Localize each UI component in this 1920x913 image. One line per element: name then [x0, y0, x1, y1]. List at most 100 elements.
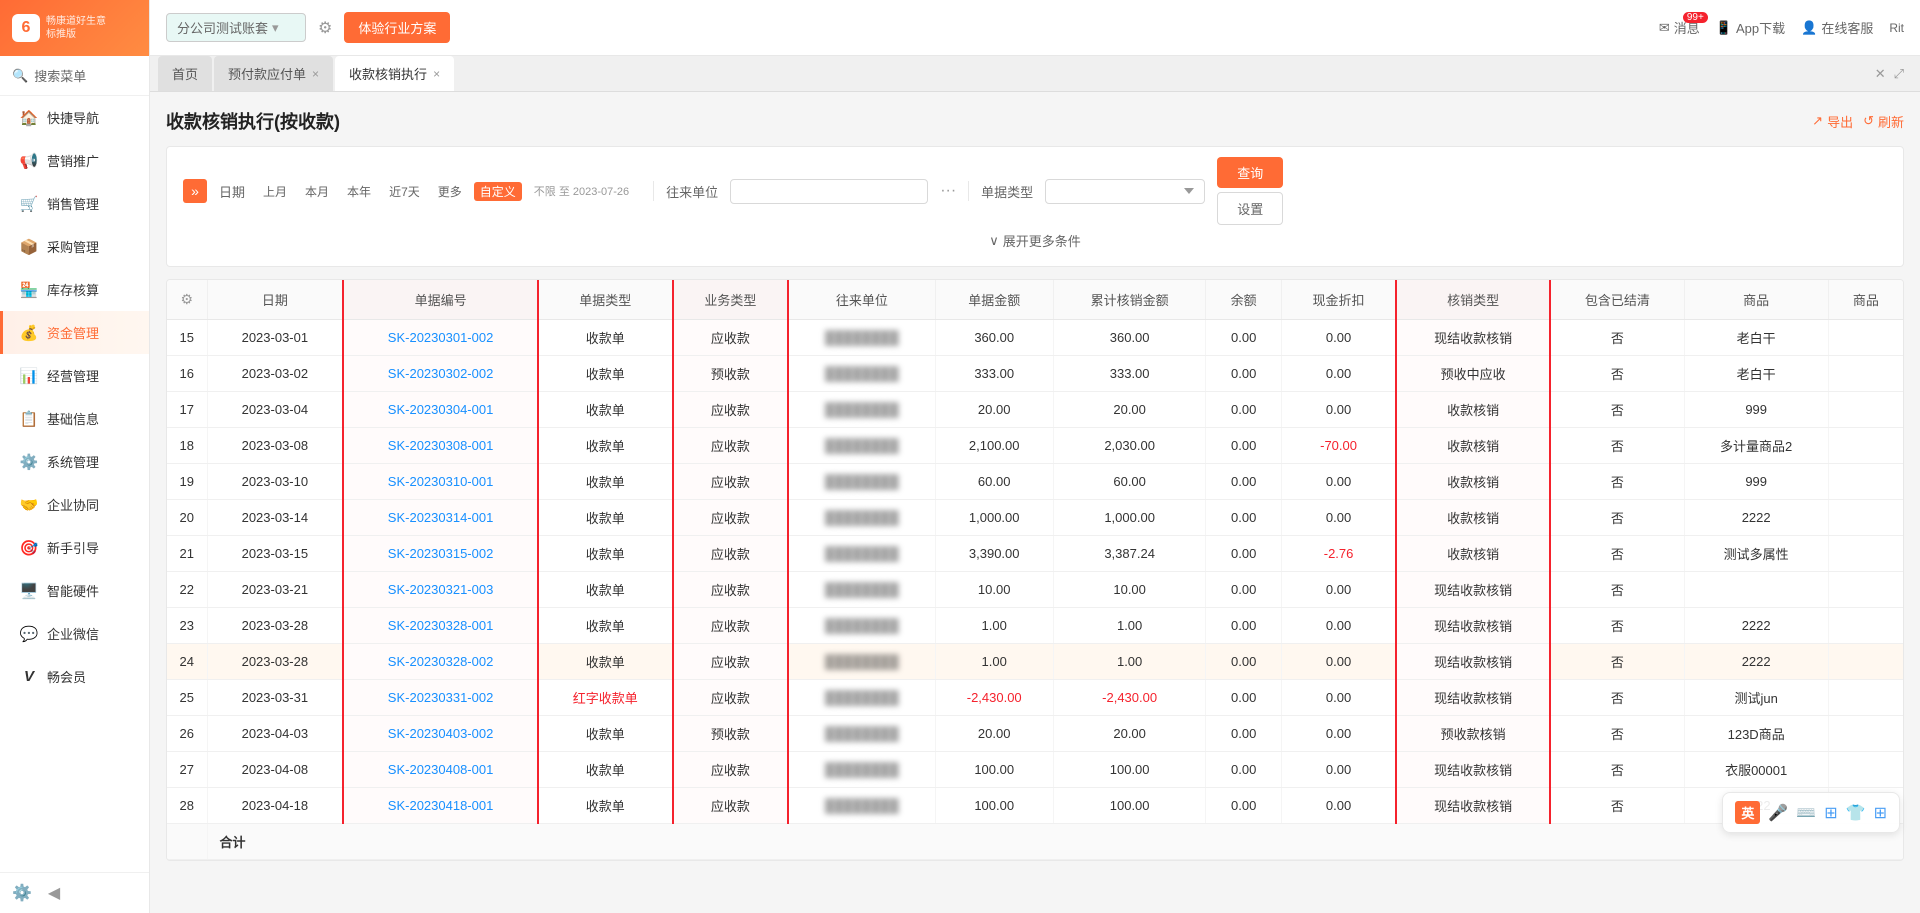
tab-home[interactable]: 首页 — [158, 56, 212, 91]
row-no: 28 — [167, 788, 207, 824]
sidebar-item-guide[interactable]: 🎯 新手引导 — [0, 526, 149, 569]
filter-toggle-btn[interactable]: » — [183, 179, 207, 203]
bill-no-link[interactable]: SK-20230301-002 — [388, 330, 494, 345]
expand-btn[interactable]: ∨ 展开更多条件 — [989, 225, 1081, 256]
tab-close-writeoff[interactable]: × — [433, 67, 440, 81]
row-product1 — [1684, 572, 1828, 608]
sidebar-item-member[interactable]: V 畅会员 — [0, 655, 149, 698]
this-month-btn[interactable]: 本月 — [299, 181, 335, 202]
counterparty-input[interactable] — [730, 179, 928, 204]
sidebar-nav: 🏠 快捷导航 📢 营销推广 🛒 销售管理 📦 采购管理 🏪 库存核算 💰 资金管… — [0, 96, 149, 872]
row-writeoff-type: 现结收款核销 — [1396, 572, 1550, 608]
collapse-icon[interactable]: ◀ — [48, 883, 60, 903]
row-bill-no[interactable]: SK-20230331-002 — [343, 680, 538, 716]
row-date: 2023-03-01 — [207, 320, 343, 356]
row-bill-no[interactable]: SK-20230302-002 — [343, 356, 538, 392]
row-bill-no[interactable]: SK-20230418-001 — [343, 788, 538, 824]
apps-icon[interactable]: ⊞ — [1874, 803, 1887, 823]
tab-prepay[interactable]: 预付款应付单 × — [214, 56, 333, 91]
table-scroll[interactable]: ⚙ 日期 单据编号 单据类型 业务类型 往来单位 单据金额 累计核销金额 余额 … — [167, 280, 1903, 860]
keyboard-icon[interactable]: ⌨️ — [1796, 803, 1816, 823]
message-btn[interactable]: ✉ 消息 99+ — [1659, 18, 1700, 37]
finance-icon: 💰 — [19, 324, 39, 342]
grid-icon[interactable]: ⊞ — [1824, 803, 1837, 823]
system-icon: ⚙️ — [19, 453, 39, 471]
row-bill-no[interactable]: SK-20230328-002 — [343, 644, 538, 680]
row-bill-no[interactable]: SK-20230310-001 — [343, 464, 538, 500]
tab-close-prepay[interactable]: × — [312, 67, 319, 81]
settings-btn[interactable]: 设置 — [1217, 192, 1283, 225]
blurred-text: ████████ — [825, 474, 899, 489]
more-btn[interactable]: 更多 — [432, 181, 468, 202]
user-name[interactable]: Rit — [1889, 21, 1904, 35]
row-counterparty: ████████ — [788, 608, 935, 644]
sidebar-item-hardware[interactable]: 🖥️ 智能硬件 — [0, 569, 149, 612]
row-bill-no[interactable]: SK-20230315-002 — [343, 536, 538, 572]
voucher-type-select[interactable] — [1045, 179, 1205, 204]
row-bill-no[interactable]: SK-20230314-001 — [343, 500, 538, 536]
row-bill-no[interactable]: SK-20230408-001 — [343, 752, 538, 788]
row-bill-no[interactable]: SK-20230403-002 — [343, 716, 538, 752]
bill-no-link[interactable]: SK-20230302-002 — [388, 366, 494, 381]
this-year-btn[interactable]: 本年 — [341, 181, 377, 202]
blurred-text: ████████ — [825, 402, 899, 417]
sidebar-search[interactable]: 🔍 搜索菜单 — [0, 56, 149, 96]
bill-no-link[interactable]: SK-20230408-001 — [388, 762, 494, 777]
settings-icon[interactable]: ⚙️ — [12, 883, 32, 903]
sidebar-item-marketing[interactable]: 📢 营销推广 — [0, 139, 149, 182]
shirt-icon[interactable]: 👕 — [1846, 803, 1866, 823]
sidebar-item-corp[interactable]: 🤝 企业协同 — [0, 483, 149, 526]
app-download-btn[interactable]: 📱 App下载 — [1716, 18, 1785, 37]
row-discount: 0.00 — [1281, 320, 1396, 356]
row-discount: 0.00 — [1281, 500, 1396, 536]
mic-icon[interactable]: 🎤 — [1768, 803, 1788, 823]
sidebar-item-basic[interactable]: 📋 基础信息 — [0, 397, 149, 440]
row-bill-no[interactable]: SK-20230304-001 — [343, 392, 538, 428]
row-biz-type: 应收款 — [673, 752, 789, 788]
sidebar-item-sales[interactable]: 🛒 销售管理 — [0, 182, 149, 225]
tab-writeoff[interactable]: 收款核销执行 × — [335, 56, 454, 91]
bill-no-link[interactable]: SK-20230403-002 — [388, 726, 494, 741]
bill-no-link[interactable]: SK-20230315-002 — [388, 546, 494, 561]
row-amount: 360.00 — [935, 320, 1053, 356]
export-btn[interactable]: ↗ 导出 — [1812, 112, 1853, 131]
gear-icon[interactable]: ⚙ — [318, 18, 332, 38]
last-7days-btn[interactable]: 近7天 — [383, 181, 426, 202]
sidebar-item-purchase[interactable]: 📦 采购管理 — [0, 225, 149, 268]
sidebar-item-finance[interactable]: 💰 资金管理 — [0, 311, 149, 354]
last-month-btn[interactable]: 上月 — [257, 181, 293, 202]
row-bill-no[interactable]: SK-20230308-001 — [343, 428, 538, 464]
bill-no-link[interactable]: SK-20230308-001 — [388, 438, 494, 453]
brand-selector[interactable]: 分公司测试账套 ▾ — [166, 13, 306, 42]
query-btn[interactable]: 查询 — [1217, 157, 1283, 188]
bill-no-link[interactable]: SK-20230321-003 — [388, 582, 494, 597]
refresh-btn[interactable]: ↺ 刷新 — [1863, 112, 1904, 131]
row-accumulated: -2,430.00 — [1053, 680, 1206, 716]
custom-btn[interactable]: 自定义 — [474, 182, 522, 201]
row-bill-no[interactable]: SK-20230328-001 — [343, 608, 538, 644]
close-tab-icon[interactable]: ✕ — [1875, 66, 1886, 82]
col-gear[interactable]: ⚙ — [167, 280, 207, 320]
bill-no-link[interactable]: SK-20230314-001 — [388, 510, 494, 525]
row-counterparty: ████████ — [788, 356, 935, 392]
bill-no-link[interactable]: SK-20230331-002 — [388, 690, 494, 705]
more-options-btn[interactable]: ··· — [940, 182, 956, 200]
bill-no-link[interactable]: SK-20230418-001 — [388, 798, 494, 813]
industry-btn[interactable]: 体验行业方案 — [344, 12, 450, 43]
sidebar-item-quick-nav[interactable]: 🏠 快捷导航 — [0, 96, 149, 139]
row-counterparty: ████████ — [788, 500, 935, 536]
sidebar-item-wechat[interactable]: 💬 企业微信 — [0, 612, 149, 655]
maximize-icon[interactable]: ⤢ — [1894, 66, 1904, 82]
row-bill-no[interactable]: SK-20230301-002 — [343, 320, 538, 356]
sidebar-item-operations[interactable]: 📊 经营管理 — [0, 354, 149, 397]
bill-no-link[interactable]: SK-20230328-001 — [388, 618, 494, 633]
row-bill-no[interactable]: SK-20230321-003 — [343, 572, 538, 608]
row-no: 21 — [167, 536, 207, 572]
sidebar-item-system[interactable]: ⚙️ 系统管理 — [0, 440, 149, 483]
sidebar-item-inventory[interactable]: 🏪 库存核算 — [0, 268, 149, 311]
online-service-btn[interactable]: 👤 在线客服 — [1801, 18, 1873, 37]
bill-no-link[interactable]: SK-20230328-002 — [388, 654, 494, 669]
bill-no-link[interactable]: SK-20230304-001 — [388, 402, 494, 417]
table-settings-icon[interactable]: ⚙ — [180, 291, 193, 307]
bill-no-link[interactable]: SK-20230310-001 — [388, 474, 494, 489]
